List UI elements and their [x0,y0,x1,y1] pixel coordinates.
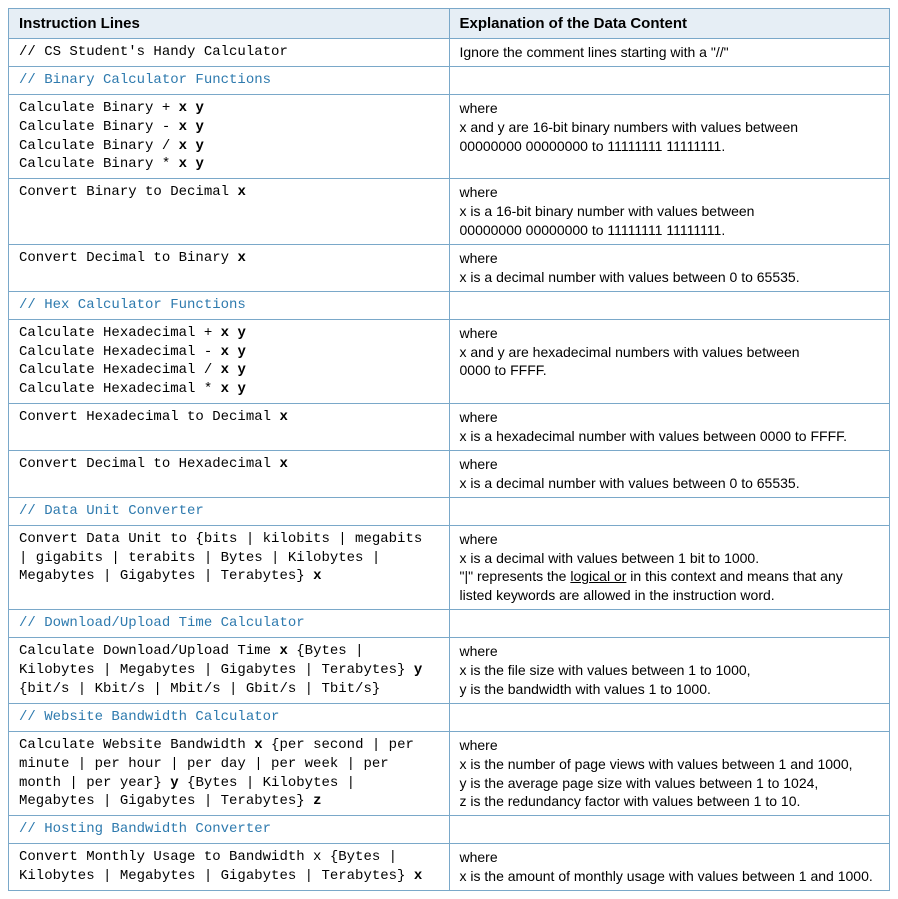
explanation-cell [449,610,890,638]
variable: x y [221,325,246,341]
logical-or-text: logical or [570,568,626,584]
header-explanation: Explanation of the Data Content [449,9,890,39]
instruction-table: Instruction Lines Explanation of the Dat… [8,8,890,891]
explanation-cell: Ignore the comment lines starting with a… [449,39,890,67]
variable: x y [179,100,204,116]
variable: x y [221,344,246,360]
variable: y [414,662,422,678]
comment-line: // Download/Upload Time Calculator [9,610,450,638]
variable: x [313,568,321,584]
variable: x [279,456,287,472]
table-row: Calculate Binary + x y Calculate Binary … [9,94,890,179]
explanation-cell: wherex is the amount of monthly usage wi… [449,844,890,891]
variable: x [237,184,245,200]
explanation-cell: wherex is a decimal number with values b… [449,451,890,498]
table-row: Convert Binary to Decimal xwherex is a 1… [9,179,890,245]
instruction-line: Calculate Website Bandwidth x {per secon… [9,731,450,816]
table-row: Convert Hexadecimal to Decimal xwherex i… [9,404,890,451]
table-row: // Binary Calculator Functions [9,66,890,94]
variable: x y [179,119,204,135]
header-instruction-lines: Instruction Lines [9,9,450,39]
table-row: Convert Data Unit to {bits | kilobits | … [9,525,890,610]
table-row: // Hex Calculator Functions [9,291,890,319]
comment-line: // Hex Calculator Functions [9,291,450,319]
table-row: Convert Monthly Usage to Bandwidth x {By… [9,844,890,891]
instruction-line: Convert Binary to Decimal x [9,179,450,245]
variable: x [414,868,422,884]
table-row: // CS Student's Handy CalculatorIgnore t… [9,39,890,67]
variable: x [279,409,287,425]
table-row: Convert Decimal to Binary xwherex is a d… [9,245,890,292]
table-body: // CS Student's Handy CalculatorIgnore t… [9,39,890,891]
instruction-line: Convert Decimal to Hexadecimal x [9,451,450,498]
variable: x [279,643,287,659]
explanation-cell: wherex is the file size with values betw… [449,638,890,704]
table-row: Calculate Website Bandwidth x {per secon… [9,731,890,816]
table-row: Calculate Hexadecimal + x y Calculate He… [9,319,890,404]
explanation-cell [449,703,890,731]
explanation-cell: wherex is the number of page views with … [449,731,890,816]
variable: x y [221,362,246,378]
variable: x [254,737,262,753]
comment-line: // Website Bandwidth Calculator [9,703,450,731]
explanation-cell [449,497,890,525]
explanation-cell [449,291,890,319]
comment-line: // Data Unit Converter [9,497,450,525]
explanation-cell [449,66,890,94]
instruction-line: Convert Monthly Usage to Bandwidth x {By… [9,844,450,891]
explanation-cell: wherex and y are hexadecimal numbers wit… [449,319,890,404]
variable: x y [179,138,204,154]
instruction-line: Calculate Binary + x y Calculate Binary … [9,94,450,179]
table-row: Convert Decimal to Hexadecimal xwherex i… [9,451,890,498]
table-header-row: Instruction Lines Explanation of the Dat… [9,9,890,39]
explanation-cell [449,816,890,844]
table-row: // Hosting Bandwidth Converter [9,816,890,844]
table-row: Calculate Download/Upload Time x {Bytes … [9,638,890,704]
explanation-cell: wherex is a 16-bit binary number with va… [449,179,890,245]
instruction-line: Convert Data Unit to {bits | kilobits | … [9,525,450,610]
instruction-line: Calculate Hexadecimal + x y Calculate He… [9,319,450,404]
instruction-line: Calculate Download/Upload Time x {Bytes … [9,638,450,704]
table-row: // Download/Upload Time Calculator [9,610,890,638]
variable: x y [221,381,246,397]
variable: x y [179,156,204,172]
instruction-line: Convert Hexadecimal to Decimal x [9,404,450,451]
comment-line: // Binary Calculator Functions [9,66,450,94]
explanation-cell: wherex is a decimal with values between … [449,525,890,610]
variable: x [237,250,245,266]
variable: z [313,793,321,809]
instruction-line: // CS Student's Handy Calculator [9,39,450,67]
explanation-cell: wherex is a decimal number with values b… [449,245,890,292]
explanation-cell: wherex is a hexadecimal number with valu… [449,404,890,451]
explanation-cell: wherex and y are 16-bit binary numbers w… [449,94,890,179]
table-row: // Data Unit Converter [9,497,890,525]
instruction-line: Convert Decimal to Binary x [9,245,450,292]
variable: y [170,775,178,791]
comment-line: // Hosting Bandwidth Converter [9,816,450,844]
table-row: // Website Bandwidth Calculator [9,703,890,731]
